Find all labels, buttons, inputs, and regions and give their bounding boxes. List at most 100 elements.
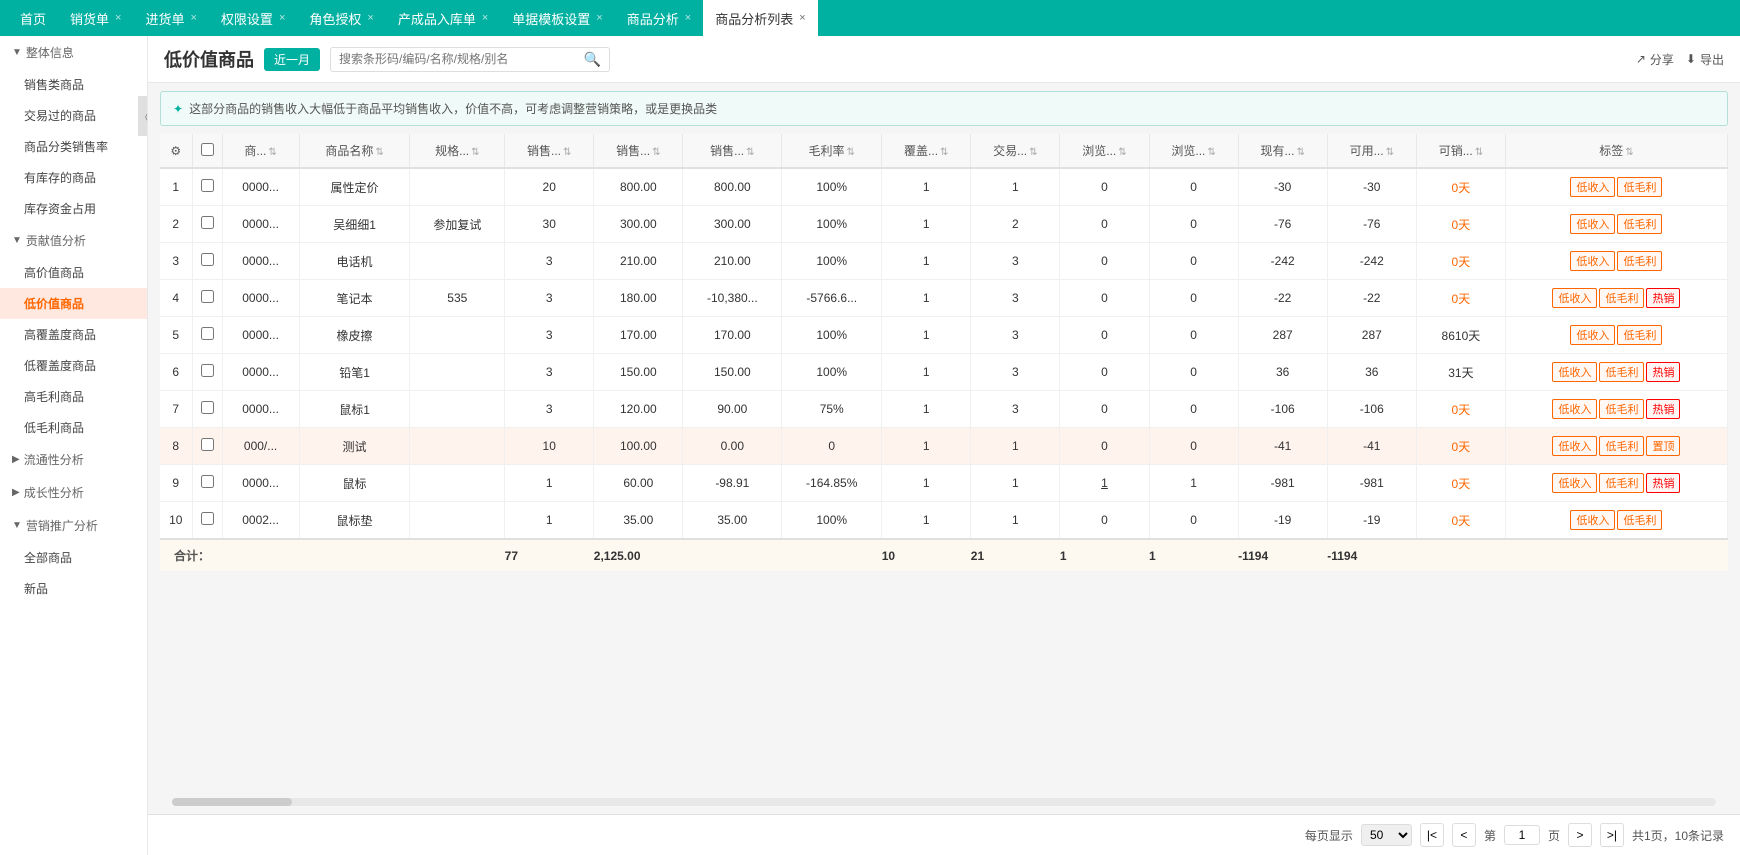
cell-checkbox[interactable]	[192, 354, 222, 391]
column-code[interactable]: 商...⇅	[222, 134, 299, 168]
share-button[interactable]: ↗ 分享	[1636, 51, 1674, 68]
cell-code: 0000...	[222, 280, 299, 317]
row-checkbox[interactable]	[201, 438, 214, 451]
row-checkbox[interactable]	[201, 364, 214, 377]
row-checkbox[interactable]	[201, 475, 214, 488]
total-empty-profit	[782, 539, 882, 571]
close-icon[interactable]: ×	[596, 12, 602, 24]
cell-checkbox[interactable]	[192, 280, 222, 317]
cell-name: 电话机	[299, 243, 410, 280]
column-gear[interactable]: ⚙	[160, 134, 192, 168]
cell-checkbox[interactable]	[192, 168, 222, 206]
sidebar-section-circulation[interactable]: ▶ 流通性分析	[0, 443, 147, 476]
close-icon[interactable]: ×	[190, 12, 196, 24]
column-spec[interactable]: 规格...⇅	[410, 134, 505, 168]
last-page-button[interactable]: >|	[1600, 823, 1624, 847]
sellable-days-value: 31天	[1448, 366, 1473, 380]
sidebar-item-category-sales-rate[interactable]: 商品分类销售率	[0, 131, 147, 162]
export-button[interactable]: ⬇ 导出	[1686, 51, 1724, 68]
sidebar-item-high-value[interactable]: 高价值商品	[0, 257, 147, 288]
sidebar-section-overview[interactable]: ▼ 整体信息	[0, 36, 147, 69]
column-view2[interactable]: 浏览...⇅	[1149, 134, 1238, 168]
sidebar-item-inventory-capital[interactable]: 库存资金占用	[0, 193, 147, 224]
column-coverage[interactable]: 覆盖...⇅	[882, 134, 971, 168]
column-sale-qty[interactable]: 销售...⇅	[505, 134, 594, 168]
sidebar-item-stocked-goods[interactable]: 有库存的商品	[0, 162, 147, 193]
sidebar-collapse-button[interactable]: 《	[138, 96, 148, 136]
cell-no: 6	[160, 354, 192, 391]
row-checkbox[interactable]	[201, 216, 214, 229]
cell-current-stock: -76	[1238, 206, 1327, 243]
cell-view1: 0	[1060, 354, 1149, 391]
nav-product-storage[interactable]: 产成品入库单 ×	[386, 0, 500, 36]
page-size-select[interactable]: 50 100 200	[1361, 824, 1412, 846]
sidebar-section-marketing[interactable]: ▼ 营销推广分析	[0, 509, 147, 542]
column-trade[interactable]: 交易...⇅	[971, 134, 1060, 168]
table-row: 6 0000... 铅笔1 3 150.00 150.00 100% 1 3 0…	[160, 354, 1728, 391]
nav-home[interactable]: 首页	[8, 0, 58, 36]
close-icon[interactable]: ×	[367, 12, 373, 24]
search-input[interactable]	[339, 52, 584, 66]
column-sellable-days[interactable]: 可销...⇅	[1416, 134, 1505, 168]
column-current-stock[interactable]: 现有...⇅	[1238, 134, 1327, 168]
row-checkbox[interactable]	[201, 327, 214, 340]
column-sale-price[interactable]: 销售...⇅	[594, 134, 683, 168]
column-tags[interactable]: 标签⇅	[1505, 134, 1727, 168]
sidebar-item-high-profit[interactable]: 高毛利商品	[0, 381, 147, 412]
sidebar-item-sales-goods[interactable]: 销售类商品	[0, 69, 147, 100]
sidebar-item-new-goods[interactable]: 新品	[0, 573, 147, 604]
nav-purchase-order[interactable]: 进货单 ×	[133, 0, 208, 36]
cell-checkbox[interactable]	[192, 317, 222, 354]
scrollbar-thumb[interactable]	[172, 798, 292, 806]
column-checkbox[interactable]	[192, 134, 222, 168]
nav-product-analysis[interactable]: 商品分析 ×	[615, 0, 703, 36]
row-checkbox[interactable]	[201, 512, 214, 525]
filter-recent-month-button[interactable]: 近一月	[264, 48, 320, 71]
close-icon[interactable]: ×	[685, 12, 691, 24]
select-all-checkbox[interactable]	[201, 143, 214, 156]
next-page-button[interactable]: >	[1568, 823, 1592, 847]
column-sale-amount[interactable]: 销售...⇅	[683, 134, 782, 168]
table-header-row: ⚙ 商...⇅ 商品名称⇅ 规格...⇅ 销售...⇅ 销售...⇅ 销售...…	[160, 134, 1728, 168]
nav-sales-order[interactable]: 销货单 ×	[58, 0, 133, 36]
sidebar-item-low-value[interactable]: 低价值商品	[0, 288, 147, 319]
nav-role-auth[interactable]: 角色授权 ×	[297, 0, 385, 36]
column-view1[interactable]: 浏览...⇅	[1060, 134, 1149, 168]
prev-page-button[interactable]: <	[1452, 823, 1476, 847]
nav-product-analysis-list[interactable]: 商品分析列表 ×	[703, 0, 817, 36]
sidebar-item-all-goods[interactable]: 全部商品	[0, 542, 147, 573]
cell-current-stock: -41	[1238, 428, 1327, 465]
close-icon[interactable]: ×	[115, 12, 121, 24]
nav-template-setting[interactable]: 单据模板设置 ×	[500, 0, 614, 36]
sidebar-item-low-profit[interactable]: 低毛利商品	[0, 412, 147, 443]
search-icon[interactable]: 🔍	[584, 51, 601, 68]
column-avail-stock[interactable]: 可用...⇅	[1327, 134, 1416, 168]
close-icon[interactable]: ×	[799, 12, 805, 24]
cell-checkbox[interactable]	[192, 243, 222, 280]
column-profit-rate[interactable]: 毛利率⇅	[782, 134, 882, 168]
close-icon[interactable]: ×	[279, 12, 285, 24]
row-checkbox[interactable]	[201, 179, 214, 192]
cell-checkbox[interactable]	[192, 465, 222, 502]
cell-sale-amount: 800.00	[683, 168, 782, 206]
sidebar-section-growth[interactable]: ▶ 成长性分析	[0, 476, 147, 509]
first-page-button[interactable]: |<	[1420, 823, 1444, 847]
row-checkbox[interactable]	[201, 401, 214, 414]
row-checkbox[interactable]	[201, 290, 214, 303]
horizontal-scrollbar[interactable]	[172, 798, 1716, 806]
total-avail-stock: -1194	[1327, 539, 1416, 571]
view-link[interactable]: 1	[1101, 476, 1108, 490]
cell-checkbox[interactable]	[192, 206, 222, 243]
sidebar-section-contribution[interactable]: ▼ 贡献值分析	[0, 224, 147, 257]
sidebar-item-low-coverage[interactable]: 低覆盖度商品	[0, 350, 147, 381]
close-icon[interactable]: ×	[482, 12, 488, 24]
cell-checkbox[interactable]	[192, 502, 222, 540]
row-checkbox[interactable]	[201, 253, 214, 266]
column-name[interactable]: 商品名称⇅	[299, 134, 410, 168]
cell-checkbox[interactable]	[192, 428, 222, 465]
sidebar-item-high-coverage[interactable]: 高覆盖度商品	[0, 319, 147, 350]
nav-permission-setting[interactable]: 权限设置 ×	[209, 0, 297, 36]
sidebar-item-traded-goods[interactable]: 交易过的商品	[0, 100, 147, 131]
page-number-input[interactable]	[1504, 825, 1540, 845]
cell-checkbox[interactable]	[192, 391, 222, 428]
